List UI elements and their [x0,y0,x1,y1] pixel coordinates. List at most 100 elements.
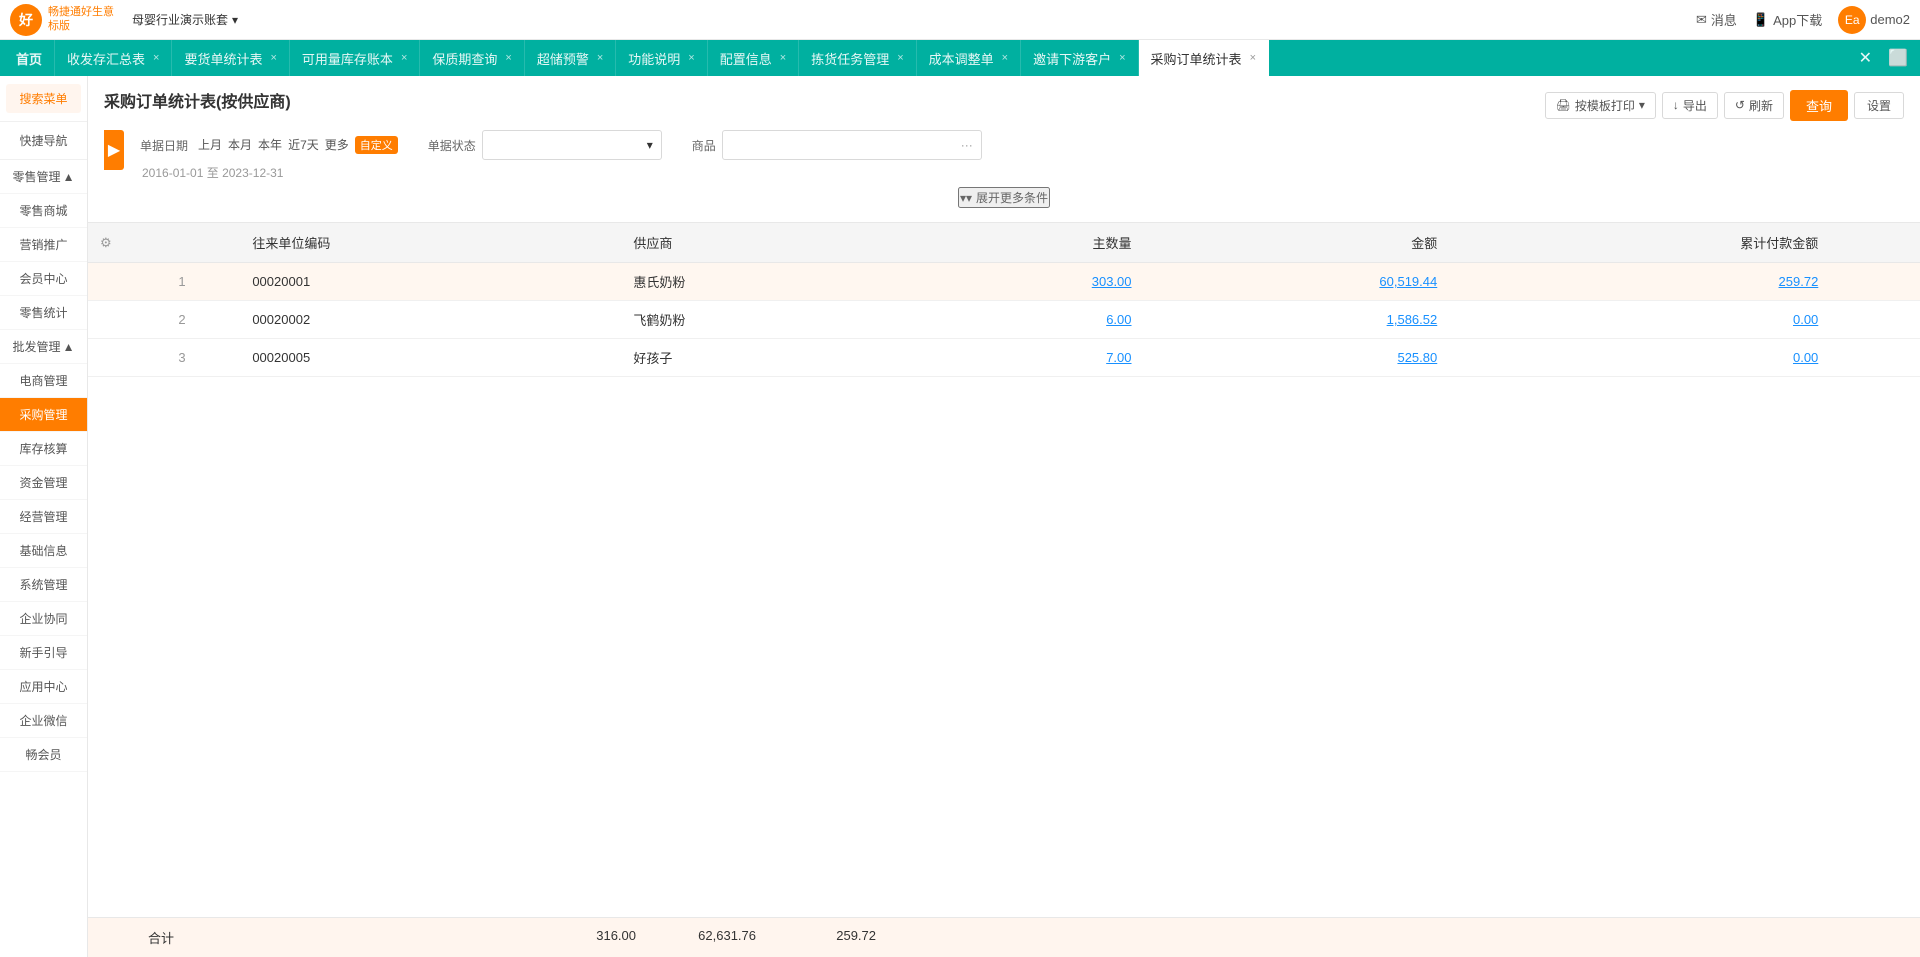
tab-close-invite-downstream[interactable]: × [1119,52,1125,64]
sidebar-item-wholesale[interactable]: 批发管理 ▲ [0,330,87,364]
sidebar-item-inventory[interactable]: 库存核算 [0,432,87,466]
tab-maximize-btn[interactable]: ⬜ [1880,48,1916,68]
row2-paid-amount[interactable]: 0.00 [1449,301,1830,339]
row2-amount[interactable]: 1,586.52 [1144,301,1450,339]
expand-conditions-btn[interactable]: ▾▾ 展开更多条件 [958,187,1050,208]
row2-main-qty[interactable]: 6.00 [905,301,1143,339]
row1-paid-amount[interactable]: 259.72 [1449,263,1830,301]
download-icon: 📱 [1753,12,1769,28]
row1-supplier-name: 惠氏奶粉 [621,263,905,301]
shortcut-this-month[interactable]: 本月 [228,136,252,154]
export-btn[interactable]: ↓ 导出 [1662,92,1718,119]
row2-extra [1830,301,1920,339]
sidebar-item-retail-stats[interactable]: 零售统计 [0,296,87,330]
sidebar-item-retail-shop[interactable]: 零售商城 [0,194,87,228]
tab-close-function-desc[interactable]: × [688,52,694,64]
goods-filter-label: 商品 [692,137,716,154]
table-container: ⚙ 往来单位编码 供应商 主数量 金额 累计付款金额 1 [88,223,1920,917]
tab-close-config-info[interactable]: × [780,52,786,64]
app-download-btn[interactable]: 📱 App下载 [1753,10,1822,29]
tab-close-requisition[interactable]: × [270,52,276,64]
table-row: 1 00020001 惠氏奶粉 303.00 60,519.44 259.72 [88,263,1920,301]
sidebar-quick-nav: 快捷导航 [0,122,87,160]
tab-close-purchase-summary[interactable]: × [1250,52,1256,64]
sidebar-item-operations[interactable]: 经营管理 [0,500,87,534]
search-menu-btn[interactable]: 搜索菜单 [6,84,81,113]
date-shortcuts: 上月 本月 本年 近7天 更多 自定义 [198,136,398,154]
shortcut-last-month[interactable]: 上月 [198,136,222,154]
sidebar-item-new-guide[interactable]: 新手引导 [0,636,87,670]
retail-expand-icon: ▲ [63,170,75,184]
sidebar-item-enterprise[interactable]: 企业协同 [0,602,87,636]
main-layout: 搜索菜单 快捷导航 零售管理 ▲ 零售商城 营销推广 会员中心 零售统计 批发管… [0,76,1920,957]
row3-main-qty[interactable]: 7.00 [905,339,1143,377]
sidebar-item-basic-info[interactable]: 基础信息 [0,534,87,568]
tab-close-cost-adjust[interactable]: × [1002,52,1008,64]
tab-cost-adjust[interactable]: 成本调整单 × [917,40,1021,76]
tab-invite-downstream[interactable]: 邀请下游客户 × [1021,40,1138,76]
tab-home[interactable]: 首页 [4,40,55,76]
tab-warranty[interactable]: 保质期查询 × [420,40,524,76]
tab-close-usable-stock[interactable]: × [401,52,407,64]
sidebar-item-finance[interactable]: 资金管理 [0,466,87,500]
shortcut-this-year[interactable]: 本年 [258,136,282,154]
tab-purchase-summary[interactable]: 采购订单统计表 × [1139,40,1269,76]
table-footer: 合计 316.00 62,631.76 259.72 [88,917,1920,957]
message-btn[interactable]: ✉ 消息 [1696,10,1737,29]
sidebar-item-purchase[interactable]: 采购管理 [0,398,87,432]
sidebar-item-member[interactable]: 会员中心 [0,262,87,296]
col-main-qty: 主数量 [905,223,1143,263]
row1-extra [1830,263,1920,301]
tab-receive-send[interactable]: 收发存汇总表 × [55,40,172,76]
tab-close-receive-send[interactable]: × [153,52,159,64]
refresh-btn[interactable]: ↺ 刷新 [1724,92,1784,119]
user-profile[interactable]: Ea demo2 [1838,6,1910,34]
status-select-arrow: ▾ [647,138,653,152]
status-select[interactable]: ▾ [482,130,662,160]
workspace-selector[interactable]: 母婴行业演示账套 ▾ [124,11,246,28]
table-row: 3 00020005 好孩子 7.00 525.80 0.00 [88,339,1920,377]
row3-amount[interactable]: 525.80 [1144,339,1450,377]
filter-toggle-btn[interactable]: ▶ [104,130,124,170]
app-logo: 好 [10,4,42,36]
date-from: 2016-01-01 [142,166,203,180]
tab-picking-task[interactable]: 拣货任务管理 × [799,40,916,76]
sidebar-item-retail[interactable]: 零售管理 ▲ [0,160,87,194]
shortcut-more[interactable]: 更多 [325,136,349,154]
sidebar-item-ecommerce[interactable]: 电商管理 [0,364,87,398]
quick-nav-btn[interactable]: 快捷导航 [0,126,87,155]
print-btn[interactable]: 🖨 按模板打印 ▾ [1545,92,1656,119]
tab-close-overstock[interactable]: × [597,52,603,64]
workspace-dropdown-icon: ▾ [232,13,238,27]
shortcut-7days[interactable]: 近7天 [288,136,319,154]
sidebar-item-marketing[interactable]: 营销推广 [0,228,87,262]
row1-supplier-code: 00020001 [240,263,621,301]
tab-overstock[interactable]: 超储预警 × [525,40,616,76]
print-icon: 🖨 [1556,98,1571,112]
row2-supplier-code: 00020002 [240,301,621,339]
tab-usable-stock[interactable]: 可用量库存账本 × [290,40,420,76]
col-paid-amount: 累计付款金额 [1449,223,1830,263]
tab-close-warranty[interactable]: × [505,52,511,64]
row3-paid-amount[interactable]: 0.00 [1449,339,1830,377]
refresh-icon: ↺ [1735,98,1745,112]
wholesale-expand-icon: ▲ [63,340,75,354]
sidebar-item-vip[interactable]: 畅会员 [0,738,87,772]
date-filter-label: 单据日期 [140,137,188,154]
row1-main-qty[interactable]: 303.00 [905,263,1143,301]
sidebar-item-app-center[interactable]: 应用中心 [0,670,87,704]
custom-date-badge[interactable]: 自定义 [355,136,398,154]
query-btn[interactable]: 查询 [1790,90,1848,121]
tab-requisition[interactable]: 要货单统计表 × [172,40,289,76]
tab-config-info[interactable]: 配置信息 × [708,40,799,76]
settings-btn[interactable]: 设置 [1854,92,1904,119]
column-settings-icon[interactable]: ⚙ [100,235,112,250]
goods-input[interactable]: ··· [722,130,982,160]
sidebar-item-enterprise-wechat[interactable]: 企业微信 [0,704,87,738]
tab-close-picking-task[interactable]: × [897,52,903,64]
sidebar-item-system[interactable]: 系统管理 [0,568,87,602]
tab-function-desc[interactable]: 功能说明 × [616,40,707,76]
row1-amount[interactable]: 60,519.44 [1144,263,1450,301]
top-right-area: ✉ 消息 📱 App下载 Ea demo2 [1696,6,1910,34]
tab-close-all-btn[interactable]: ✕ [1851,48,1880,68]
